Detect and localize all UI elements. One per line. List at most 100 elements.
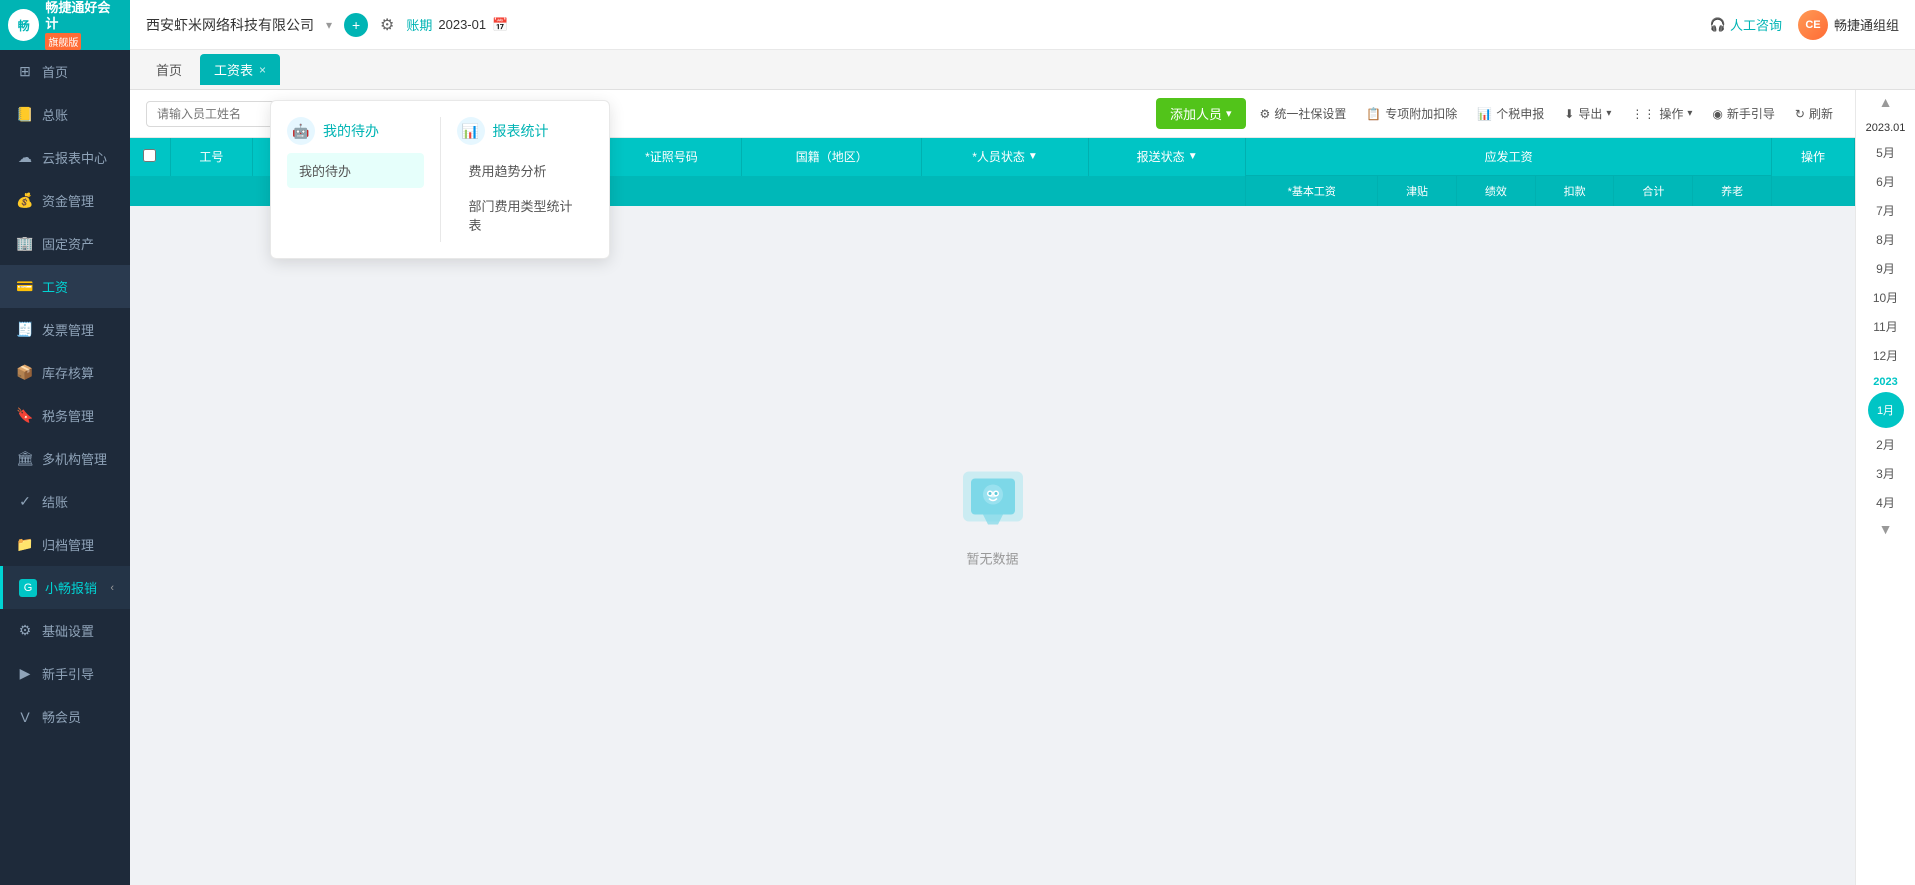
sidebar-item-label: 云报表中心	[42, 148, 107, 167]
cal-month-4[interactable]: 4月	[1860, 488, 1912, 517]
cal-month-9[interactable]: 9月	[1860, 254, 1912, 283]
sidebar-item-fund-management[interactable]: 💰 资金管理	[0, 179, 130, 222]
special-deduction-button[interactable]: 📋 专项附加扣除	[1360, 101, 1463, 126]
sidebar: 畅 畅捷通好会计 旗舰版 ⊞ 首页 📒 总账 ☁ 云报表中心 💰 资金管理 🏢 …	[0, 0, 130, 885]
calendar-icon[interactable]: 📅	[492, 17, 508, 33]
period-display: 账期 2023-01 📅	[406, 15, 508, 34]
th-checkbox[interactable]	[130, 138, 170, 176]
period-label: 账期	[406, 15, 432, 34]
cal-month-12[interactable]: 12月	[1860, 341, 1912, 370]
tab-close-icon[interactable]: ×	[259, 63, 266, 77]
ledger-icon: 📒	[16, 106, 34, 124]
sidebar-item-label: 畅会员	[42, 707, 81, 726]
sidebar-item-basic-settings[interactable]: ⚙ 基础设置	[0, 609, 130, 652]
sidebar-item-salary[interactable]: 💳 工资	[0, 265, 130, 308]
avatar-initials: CE	[1805, 19, 1820, 31]
refresh-icon: ↻	[1795, 107, 1805, 121]
search-input[interactable]	[157, 107, 277, 121]
tabbar: 首页 工资表 ×	[130, 50, 1915, 90]
add-company-button[interactable]: +	[344, 13, 368, 37]
user-menu[interactable]: CE 畅捷通组组	[1798, 10, 1899, 40]
cal-month-2[interactable]: 2月	[1860, 430, 1912, 459]
dropdown-section1-label: 我的待办	[323, 121, 379, 141]
company-name: 西安虾米网络科技有限公司	[146, 15, 314, 35]
sidebar-item-archive[interactable]: 📁 归档管理	[0, 523, 130, 566]
no-data-text: 暂无数据	[966, 548, 1018, 567]
calendar-down-nav[interactable]: ▼	[1874, 517, 1898, 541]
deduction-icon: 📋	[1366, 107, 1381, 121]
operations-icon: ⋮⋮	[1631, 107, 1655, 121]
topbar-right: 🎧 人工咨询 CE 畅捷通组组	[1710, 10, 1899, 40]
cal-month-10[interactable]: 10月	[1860, 283, 1912, 312]
app-edition: 旗舰版	[45, 33, 81, 50]
no-data-state: 暂无数据	[953, 456, 1033, 567]
period-value: 2023-01	[438, 17, 486, 32]
new-guide-button[interactable]: ◉ 新手引导	[1706, 101, 1781, 126]
sidebar-item-home[interactable]: ⊞ 首页	[0, 50, 130, 93]
calendar-up-nav[interactable]: ▲	[1874, 90, 1898, 114]
sidebar-item-invoice[interactable]: 🧾 发票管理	[0, 308, 130, 351]
cal-month-3[interactable]: 3月	[1860, 459, 1912, 488]
dropdown-section2-header: 📊 报表统计	[457, 117, 594, 145]
add-person-button[interactable]: 添加人员 ▾	[1156, 98, 1246, 129]
sidebar-item-label: 资金管理	[42, 191, 94, 210]
sidebar-item-label: 基础设置	[42, 621, 94, 640]
filter-report-icon: ▼	[1188, 151, 1198, 162]
invoice-icon: 🧾	[16, 321, 34, 339]
archive-icon: 📁	[16, 536, 34, 554]
dropdown-dept-expense[interactable]: 部门费用类型统计表	[457, 188, 594, 242]
export-button[interactable]: ⬇ 导出 ▾	[1558, 101, 1617, 126]
refresh-button[interactable]: ↻ 刷新	[1789, 101, 1839, 126]
sidebar-item-tax[interactable]: 🔖 税务管理	[0, 394, 130, 437]
reports-icon: 📊	[457, 117, 485, 145]
cal-month-6[interactable]: 6月	[1860, 167, 1912, 196]
avatar: CE	[1798, 10, 1828, 40]
th-person-status[interactable]: *人员状态 ▼	[922, 138, 1089, 176]
salary-icon: 💳	[16, 278, 34, 296]
social-insurance-button[interactable]: ⚙ 统一社保设置	[1254, 101, 1353, 126]
sidebar-item-inventory[interactable]: 📦 库存核算	[0, 351, 130, 394]
cal-month-11[interactable]: 11月	[1860, 312, 1912, 341]
tab-home[interactable]: 首页	[142, 54, 196, 85]
select-all-checkbox[interactable]	[143, 149, 156, 162]
settings-icon: ⚙	[16, 622, 34, 640]
sidebar-item-label: 小畅报销	[45, 578, 97, 597]
cal-month-5[interactable]: 5月	[1860, 138, 1912, 167]
fund-icon: 💰	[16, 192, 34, 210]
guide-icon: ▶	[16, 665, 34, 683]
sidebar-item-membership[interactable]: V 畅会员	[0, 695, 130, 738]
tab-salary-sheet[interactable]: 工资表 ×	[200, 54, 280, 85]
operations-button[interactable]: ⋮⋮ 操作 ▾	[1625, 101, 1698, 126]
dropdown-expense-trend[interactable]: 费用趋势分析	[457, 153, 594, 188]
assets-icon: 🏢	[16, 235, 34, 253]
dropdown-section1-header: 🤖 我的待办	[287, 117, 424, 145]
sidebar-item-fixed-assets[interactable]: 🏢 固定资产	[0, 222, 130, 265]
th-report-status[interactable]: 报送状态 ▼	[1088, 138, 1245, 176]
service-button[interactable]: 🎧 人工咨询	[1710, 15, 1782, 34]
th-operations: 操作	[1772, 138, 1855, 176]
th-pension: 养老	[1693, 176, 1772, 207]
cal-month-1-active[interactable]: 1月	[1868, 392, 1904, 428]
expense-dropdown-popup: 🤖 我的待办 我的待办 📊 报表统计 费用趋势分析 部门费用类型统计表	[270, 100, 610, 259]
dropdown-my-todo[interactable]: 我的待办	[287, 153, 424, 188]
todo-icon: 🤖	[287, 117, 315, 145]
personal-tax-button[interactable]: 📊 个税申报	[1471, 101, 1550, 126]
calendar-panel: ▲ 2023.01 5月 6月 7月 8月 9月 10月 11月 12月 202…	[1855, 90, 1915, 885]
cal-month-8[interactable]: 8月	[1860, 225, 1912, 254]
dropdown-col-1: 🤖 我的待办 我的待办	[287, 117, 424, 242]
settings-button[interactable]: ⚙	[380, 15, 394, 35]
tax-icon: 🔖	[16, 407, 34, 425]
cal-month-7[interactable]: 7月	[1860, 196, 1912, 225]
sidebar-item-expense[interactable]: G 小畅报销 ‹	[0, 566, 130, 609]
sidebar-item-cloud-reports[interactable]: ☁ 云报表中心	[0, 136, 130, 179]
sidebar-item-general-ledger[interactable]: 📒 总账	[0, 93, 130, 136]
company-dropdown-arrow[interactable]: ▾	[326, 18, 332, 32]
sidebar-item-multi-org[interactable]: 🏛 多机构管理	[0, 437, 130, 480]
sidebar-item-new-guide[interactable]: ▶ 新手引导	[0, 652, 130, 695]
app-name: 畅捷通好会计	[45, 0, 122, 31]
refresh-label: 刷新	[1809, 105, 1833, 122]
service-label: 人工咨询	[1730, 15, 1782, 34]
membership-icon: V	[16, 708, 34, 726]
sidebar-item-settlement[interactable]: ✓ 结账	[0, 480, 130, 523]
sidebar-item-label: 库存核算	[42, 363, 94, 382]
